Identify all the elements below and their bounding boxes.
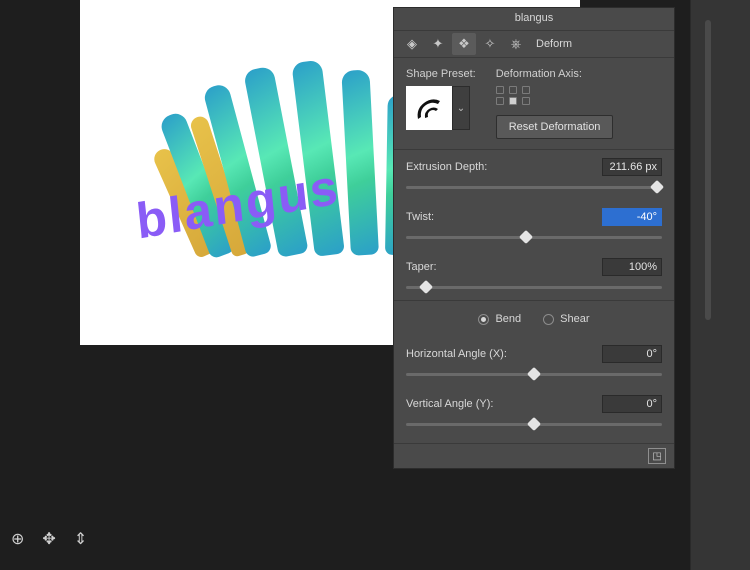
panel-menu-icon[interactable]: ◳ xyxy=(648,448,666,464)
deformation-axis-label: Deformation Axis: xyxy=(496,68,614,80)
right-dock xyxy=(690,0,750,570)
twist-label: Twist: xyxy=(406,211,434,223)
vertical-angle-label: Vertical Angle (Y): xyxy=(406,398,493,410)
panel-title: blangus xyxy=(394,8,674,30)
orbit-icon[interactable]: ⊕ xyxy=(8,526,27,552)
twist-slider[interactable] xyxy=(406,230,662,244)
extrusion-depth-slider[interactable] xyxy=(406,180,662,194)
tab-icon-1[interactable]: ◈ xyxy=(400,33,424,55)
taper-input[interactable] xyxy=(602,258,662,276)
horizontal-angle-input[interactable] xyxy=(602,345,662,363)
tab-icon-3[interactable]: ❖ xyxy=(452,33,476,55)
extrusion-depth-label: Extrusion Depth: xyxy=(406,161,487,173)
shape-preset-label: Shape Preset: xyxy=(406,68,476,80)
twist-input[interactable] xyxy=(602,208,662,226)
properties-panel: blangus ◈ ✦ ❖ ✧ ⎈ Deform Shape Preset: ⌄… xyxy=(393,7,675,469)
vertical-angle-input[interactable] xyxy=(602,395,662,413)
pan-icon[interactable]: ✥ xyxy=(39,526,58,552)
taper-label: Taper: xyxy=(406,261,437,273)
shape-preset-swatch[interactable] xyxy=(406,86,452,130)
taper-slider[interactable] xyxy=(406,280,662,294)
extrusion-depth-input[interactable] xyxy=(602,158,662,176)
tab-icon-5[interactable]: ⎈ xyxy=(504,33,528,55)
panel-tab-row: ◈ ✦ ❖ ✧ ⎈ Deform xyxy=(394,30,674,58)
shape-preset-dropdown[interactable]: ⌄ xyxy=(452,86,470,130)
horizontal-angle-label: Horizontal Angle (X): xyxy=(406,348,507,360)
shear-radio[interactable]: Shear xyxy=(543,313,589,325)
tab-icon-2[interactable]: ✦ xyxy=(426,33,450,55)
bend-radio[interactable]: Bend xyxy=(478,313,521,325)
tab-icon-4[interactable]: ✧ xyxy=(478,33,502,55)
horizontal-angle-slider[interactable] xyxy=(406,367,662,381)
tab-label: Deform xyxy=(536,38,572,50)
reset-deformation-button[interactable]: Reset Deformation xyxy=(496,115,614,139)
viewport-tools: ⊕ ✥ ⇕ xyxy=(8,526,90,552)
deformation-axis-grid[interactable] xyxy=(496,86,614,105)
vertical-angle-slider[interactable] xyxy=(406,417,662,431)
dolly-icon[interactable]: ⇕ xyxy=(71,526,90,552)
